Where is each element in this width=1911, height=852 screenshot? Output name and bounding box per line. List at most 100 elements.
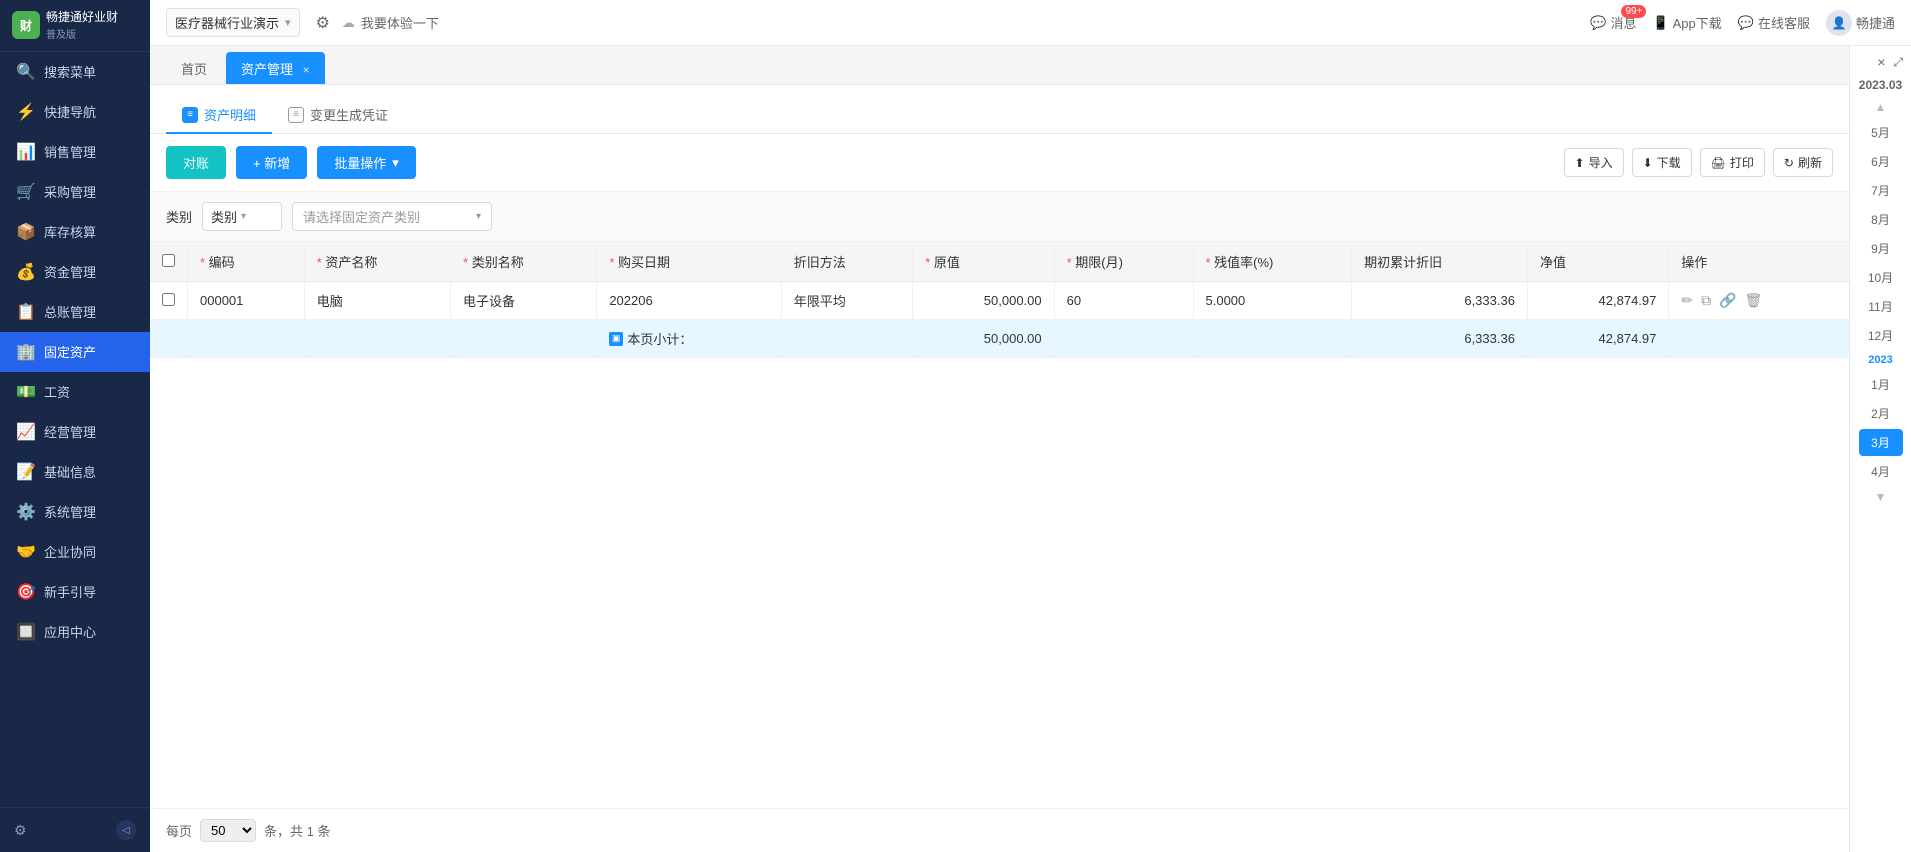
month-9[interactable]: 9月 (1859, 235, 1903, 262)
td-checkbox (150, 282, 188, 320)
month-6[interactable]: 6月 (1859, 148, 1903, 175)
sidebar-item-app-center[interactable]: 🔲 应用中心 (0, 612, 150, 652)
sidebar-collapse-button[interactable]: ◁ (116, 820, 136, 840)
month-8[interactable]: 8月 (1859, 206, 1903, 233)
tab-asset-management[interactable]: 资产管理 × (226, 52, 325, 84)
print-button[interactable]: 🖨 打印 (1700, 148, 1765, 177)
online-service-button[interactable]: 💬 在线客服 (1738, 13, 1810, 32)
td-original-value: 50,000.00 (913, 282, 1054, 320)
td-actions: ✏ ⧉ 🔗 🗑 (1669, 282, 1849, 320)
sidebar-item-label: 资金管理 (44, 262, 96, 281)
category-filter-label: 类别 (166, 207, 192, 226)
sidebar-item-guide[interactable]: 🎯 新手引导 (0, 572, 150, 612)
sidebar-item-label: 系统管理 (44, 502, 96, 521)
th-cumulative-depreciation: 期初累计折旧 (1352, 242, 1528, 282)
inventory-icon: 📦 (16, 222, 36, 242)
sidebar-item-finance[interactable]: 💰 资金管理 (0, 252, 150, 292)
th-net-value-label: 净值 (1540, 255, 1566, 270)
row-category: 电子设备 (463, 294, 515, 309)
sidebar-item-collab[interactable]: 🤝 企业协同 (0, 532, 150, 572)
sub-tab-change-voucher[interactable]: ≡ 变更生成凭证 (272, 97, 404, 134)
sidebar-item-sales[interactable]: 📊 销售管理 (0, 132, 150, 172)
sidebar-item-label: 搜索菜单 (44, 62, 96, 81)
add-button[interactable]: + 新增 (236, 146, 307, 179)
right-panel-close-icon[interactable]: × (1877, 54, 1885, 70)
month-2023-3[interactable]: 3月 (1859, 429, 1903, 456)
experience-button[interactable]: ☁ 我要体验一下 (342, 13, 439, 32)
sidebar-item-quick-nav[interactable]: ⚡ 快捷导航 (0, 92, 150, 132)
tab-home[interactable]: 首页 (166, 52, 222, 84)
table-row: 000001 电脑 电子设备 202206 年限平均 50,000.00 60 … (150, 282, 1849, 320)
duplicate-icon[interactable]: ⧉ (1701, 292, 1711, 309)
subtotal-empty-7 (1193, 320, 1352, 358)
month-10[interactable]: 10月 (1859, 264, 1903, 291)
sidebar-item-label: 销售管理 (44, 142, 96, 161)
avatar: 👤 (1826, 10, 1852, 36)
month-12[interactable]: 12月 (1859, 322, 1903, 349)
category-filter-placeholder: 请选择固定资产类别 (303, 207, 420, 226)
sidebar-item-label: 经营管理 (44, 422, 96, 441)
main-area: 医疗器械行业演示 ▾ ⚙ ☁ 我要体验一下 💬 消息 99+ 📱 App下载 💬… (150, 0, 1911, 852)
sub-tabs: ≡ 资产明细 ≡ 变更生成凭证 (150, 85, 1849, 134)
month-2023-2[interactable]: 2月 (1859, 400, 1903, 427)
sidebar-item-inventory[interactable]: 📦 库存核算 (0, 212, 150, 252)
select-all-checkbox[interactable] (162, 254, 175, 267)
row-checkbox[interactable] (162, 293, 175, 306)
app-download-button[interactable]: 📱 App下载 (1652, 13, 1721, 32)
month-nav-up[interactable]: ▲ (1875, 96, 1887, 118)
edit-icon[interactable]: ✏ (1681, 292, 1693, 309)
sidebar-item-purchase[interactable]: 🛒 采购管理 (0, 172, 150, 212)
sidebar-item-payroll[interactable]: 💵 工资 (0, 372, 150, 412)
settings-bottom-icon[interactable]: ⚙ (14, 822, 27, 839)
delete-icon[interactable]: 🗑 (1745, 292, 1763, 309)
sub-tab-asset-detail[interactable]: ≡ 资产明细 (166, 97, 272, 134)
sidebar-item-sys-mgmt[interactable]: ⚙️ 系统管理 (0, 492, 150, 532)
filter-row: 类别 类别 ▾ 请选择固定资产类别 ▾ (150, 192, 1849, 242)
month-5[interactable]: 5月 (1859, 119, 1903, 146)
sidebar-item-basic-info[interactable]: 📝 基础信息 (0, 452, 150, 492)
th-category: 类别名称 (451, 242, 597, 282)
category-filter-input[interactable]: 请选择固定资产类别 ▾ (292, 202, 492, 231)
table-header-row: 编码 资产名称 类别名称 购买日期 折旧方法 原值 期限(月) 残值率(%) 期… (150, 242, 1849, 282)
month-7[interactable]: 7月 (1859, 177, 1903, 204)
row-residual-rate: 5.0000 (1206, 293, 1246, 308)
month-nav-down[interactable]: ▼ (1875, 486, 1887, 508)
import-button[interactable]: ⬆ 导入 (1564, 148, 1624, 177)
month-2023-4[interactable]: 4月 (1859, 458, 1903, 485)
company-selector[interactable]: 医疗器械行业演示 ▾ (166, 8, 300, 37)
refresh-button[interactable]: ↻ 刷新 (1773, 148, 1833, 177)
per-page-select[interactable]: 50 100 (200, 819, 256, 842)
category-filter-select[interactable]: 类别 ▾ (202, 202, 282, 231)
user-menu[interactable]: 👤 畅捷通 (1826, 10, 1895, 36)
th-actions-label: 操作 (1681, 255, 1707, 270)
year-2023-label: 2023 (1859, 350, 1903, 370)
download-icon: ⬇ (1643, 156, 1653, 170)
sidebar-item-ledger[interactable]: 📋 总账管理 (0, 292, 150, 332)
topbar-settings-icon[interactable]: ⚙ (316, 13, 330, 33)
sub-tab-asset-detail-label: 资产明细 (204, 105, 256, 124)
link-icon[interactable]: 🔗 (1719, 292, 1736, 309)
message-button[interactable]: 💬 消息 99+ (1590, 13, 1636, 32)
right-panel-expand-icon[interactable]: ⤢ (1893, 55, 1903, 70)
reconcile-label: 对账 (183, 153, 209, 172)
row-actions: ✏ ⧉ 🔗 🗑 (1681, 292, 1837, 309)
subtotal-empty-3 (304, 320, 450, 358)
sidebar-item-fixed-assets[interactable]: 🏢 固定资产 (0, 332, 150, 372)
print-icon: 🖨 (1711, 156, 1726, 170)
sidebar-item-label: 工资 (44, 382, 70, 401)
month-11[interactable]: 11月 (1859, 293, 1903, 320)
month-2023-1[interactable]: 1月 (1859, 371, 1903, 398)
sidebar-item-ops[interactable]: 📈 经营管理 (0, 412, 150, 452)
tab-close-icon[interactable]: × (303, 63, 310, 77)
per-page-label: 每页 (166, 821, 192, 840)
reconcile-button[interactable]: 对账 (166, 146, 226, 179)
sidebar-item-search[interactable]: 🔍 搜索菜单 (0, 52, 150, 92)
refresh-label: 刷新 (1798, 154, 1822, 171)
fixed-assets-icon: 🏢 (16, 342, 36, 362)
search-icon: 🔍 (16, 62, 36, 82)
batch-ops-button[interactable]: 批量操作 ▾ (317, 146, 416, 179)
th-purchase-date-label: 购买日期 (609, 255, 670, 270)
phone-icon: 📱 (1652, 15, 1668, 31)
download-button[interactable]: ⬇ 下载 (1632, 148, 1692, 177)
right-panel: × ⤢ 2023.03 ▲ 5月 6月 7月 8月 9月 10月 11月 12月… (1849, 46, 1911, 852)
